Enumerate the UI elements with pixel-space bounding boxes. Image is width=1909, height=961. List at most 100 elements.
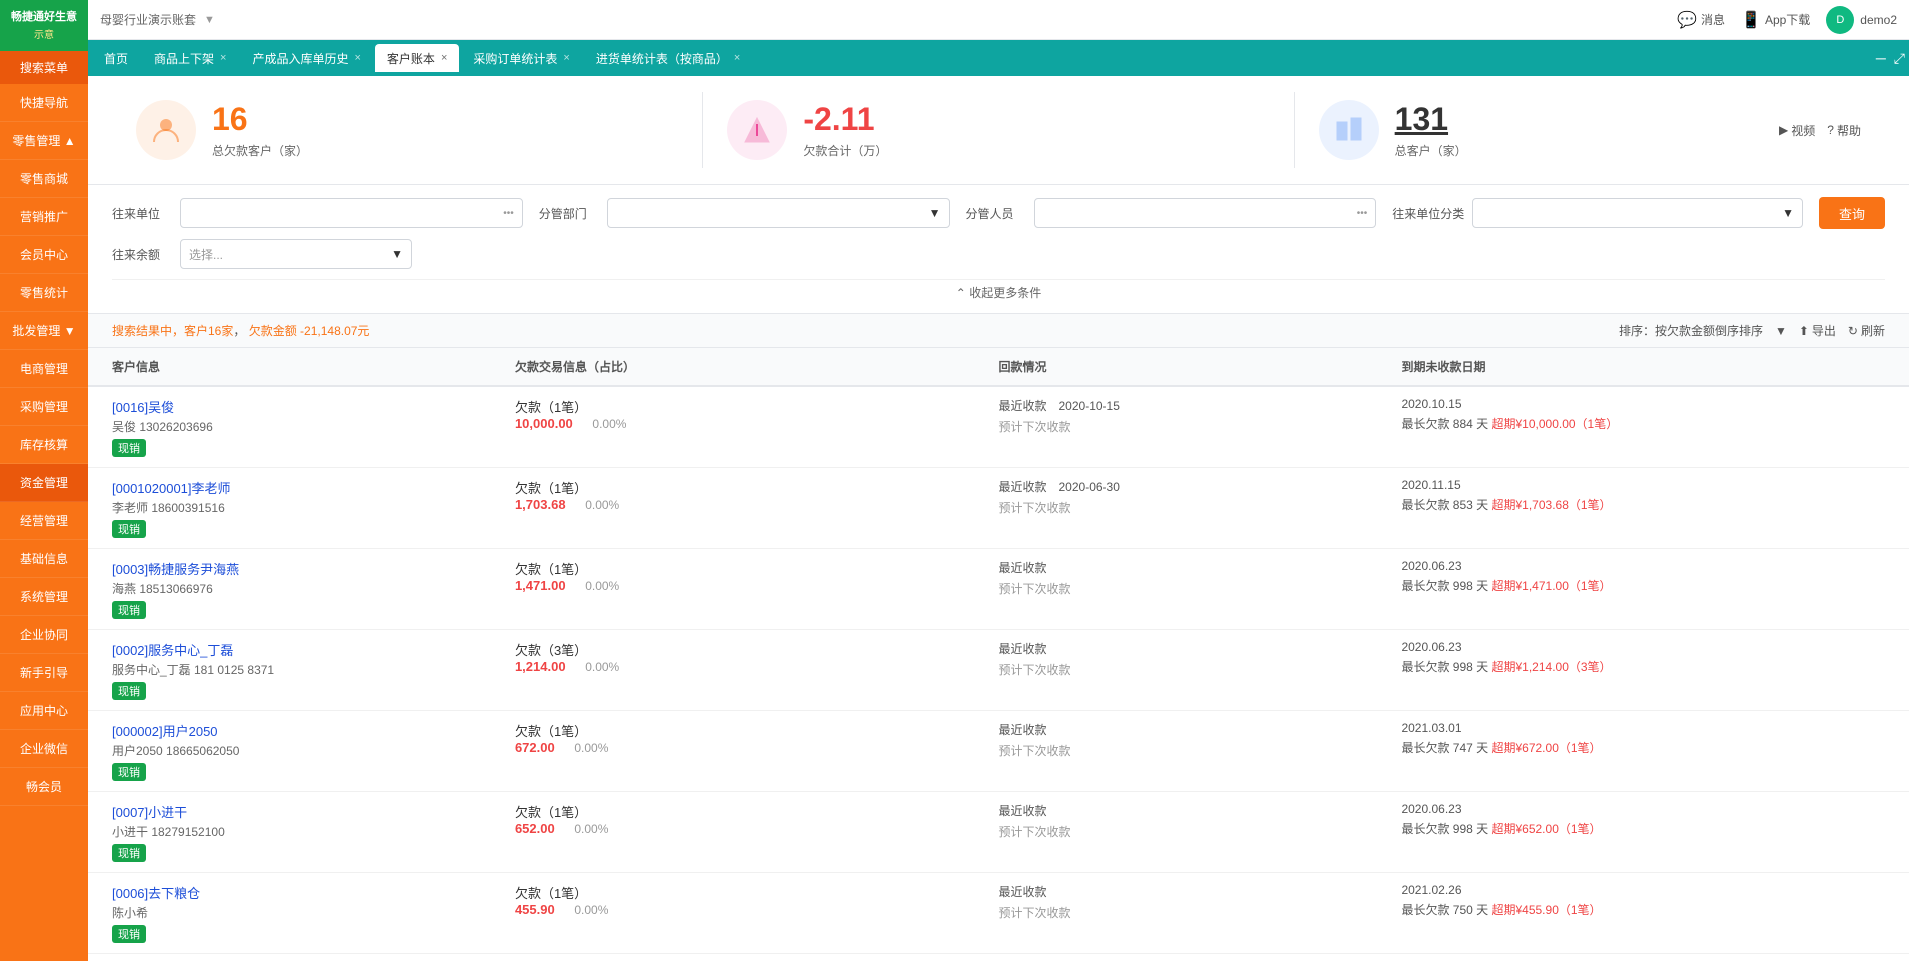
- debt-amount-0[interactable]: 10,000.00: [515, 416, 573, 431]
- sidebar-item-retail-mall[interactable]: 零售商城: [0, 160, 88, 198]
- tab-purchase-stats[interactable]: 采购订单统计表 ×: [461, 44, 581, 72]
- overdue-link-6[interactable]: 超期¥455.90（1笔）: [1491, 903, 1601, 917]
- overdue-link-1[interactable]: 超期¥1,703.68（1笔）: [1491, 498, 1611, 512]
- refresh-button[interactable]: ↻ 刷新: [1848, 322, 1885, 339]
- customer-name-3[interactable]: [0002]服务中心_丁磊: [112, 640, 515, 659]
- debt-amount-2[interactable]: 1,471.00: [515, 578, 566, 593]
- sidebar-item-ecommerce[interactable]: 电商管理: [0, 350, 88, 388]
- sidebar-item-finance[interactable]: 资金管理: [0, 464, 88, 502]
- sidebar-item-wechat[interactable]: 企业微信: [0, 730, 88, 768]
- summary-card-total-customers: 131 总客户（家） ▶ 视频 ? 帮助: [1295, 92, 1885, 168]
- repay-cell-0: 最近收款 2020-10-15 预计下次收款: [999, 397, 1402, 435]
- customer-cell-4: [000002]用户2050 用户2050 18665062050 现销: [112, 721, 515, 781]
- filter-row-1: 往来单位 ••• 分管部门 ▼ 分管人员: [112, 197, 1885, 229]
- results-actions: 排序：按欠款金额倒序排序 ▼ ⬆ 导出 ↻ 刷新: [1619, 322, 1885, 339]
- customer-name-4[interactable]: [000002]用户2050: [112, 721, 515, 740]
- customer-contact-2: 海燕 18513066976: [112, 580, 515, 597]
- debt-amount-4[interactable]: 672.00: [515, 740, 555, 755]
- filter-from-unit: 往来单位 •••: [112, 198, 523, 228]
- sidebar-item-newbie[interactable]: 新手引导: [0, 654, 88, 692]
- debt-amount-6[interactable]: 455.90: [515, 902, 555, 917]
- amount-info: -2.11 欠款合计（万）: [803, 101, 887, 159]
- overdue-info-2: 最长欠款 998 天 超期¥1,471.00（1笔）: [1401, 577, 1885, 594]
- overdue-link-3[interactable]: 超期¥1,214.00（3笔）: [1491, 660, 1611, 674]
- debt-amount-1[interactable]: 1,703.68: [515, 497, 566, 512]
- topbar-app-btn[interactable]: 📱 App下载: [1741, 10, 1810, 30]
- customer-cell-6: [0006]去下粮仓 陈小希 现销: [112, 883, 515, 943]
- sidebar-item-operations[interactable]: 经营管理: [0, 502, 88, 540]
- sidebar-item-app-center[interactable]: 应用中心: [0, 692, 88, 730]
- overdue-link-4[interactable]: 超期¥672.00（1笔）: [1491, 741, 1601, 755]
- balance-select[interactable]: 选择... ▼: [180, 239, 412, 269]
- repay-cell-5: 最近收款 预计下次收款: [999, 802, 1402, 840]
- tab-product-listing[interactable]: 商品上下架 ×: [142, 44, 238, 72]
- filter-balance: 往来余额 选择... ▼: [112, 239, 412, 269]
- tab-close-product-listing[interactable]: ×: [220, 52, 226, 64]
- overdue-link-0[interactable]: 超期¥10,000.00（1笔）: [1491, 417, 1618, 431]
- tab-close-customer-account[interactable]: ×: [441, 52, 447, 64]
- sidebar-item-wholesale[interactable]: 批发管理 ▼: [0, 312, 88, 350]
- tab-stock-history[interactable]: 产成品入库单历史 ×: [240, 44, 372, 72]
- tab-home[interactable]: 首页: [92, 44, 140, 72]
- date-cell-5: 2020.06.23 最长欠款 998 天 超期¥652.00（1笔）: [1401, 802, 1885, 837]
- topbar-user-btn[interactable]: D demo2: [1826, 6, 1897, 34]
- collapse-btn[interactable]: ⌃ 收起更多条件: [112, 279, 1885, 305]
- sidebar-item-enterprise-collab[interactable]: 企业协同: [0, 616, 88, 654]
- debt-amount-3[interactable]: 1,214.00: [515, 659, 566, 674]
- tabs-maximize-icon[interactable]: ⤢: [1894, 50, 1905, 67]
- export-button[interactable]: ⬆ 导出: [1799, 322, 1836, 339]
- table-body: [0016]吴俊 吴俊 13026203696 现销 欠款（1笔） 10,000…: [88, 387, 1909, 961]
- repay-next-2: 预计下次收款: [999, 580, 1402, 597]
- sidebar-item-system[interactable]: 系统管理: [0, 578, 88, 616]
- sidebar-item-marketing[interactable]: 营销推广: [0, 198, 88, 236]
- topbar-left: 母婴行业演示账套 ▼: [100, 11, 215, 28]
- sidebar-item-retail-mgmt[interactable]: 零售管理 ▲: [0, 122, 88, 160]
- topbar-msg-btn[interactable]: 💬 消息: [1677, 10, 1725, 30]
- sidebar-item-retail-stats[interactable]: 零售统计: [0, 274, 88, 312]
- sidebar-item-search[interactable]: 搜索菜单: [0, 51, 88, 84]
- table-row: [0003]畅捷服务尹海燕 海燕 18513066976 现销 欠款（1笔） 1…: [88, 549, 1909, 630]
- from-unit-input[interactable]: •••: [180, 198, 523, 228]
- sidebar-item-member-plus[interactable]: 畅会员: [0, 768, 88, 806]
- repay-label-1: 最近收款 2020-06-30: [999, 478, 1402, 495]
- sidebar-item-inventory[interactable]: 库存核算: [0, 426, 88, 464]
- topbar-dropdown-icon[interactable]: ▼: [204, 14, 215, 26]
- due-date-4: 2021.03.01: [1401, 721, 1885, 735]
- sidebar-item-purchase[interactable]: 采购管理: [0, 388, 88, 426]
- overdue-link-5[interactable]: 超期¥652.00（1笔）: [1491, 822, 1601, 836]
- due-date-2: 2020.06.23: [1401, 559, 1885, 573]
- sidebar-item-basic-info[interactable]: 基础信息: [0, 540, 88, 578]
- tabs-minimize-icon[interactable]: ─: [1876, 50, 1886, 67]
- tab-close-purchase-stats[interactable]: ×: [563, 52, 569, 64]
- customer-name-1[interactable]: [0001020001]李老师: [112, 478, 515, 497]
- col-header-date: 到期未收款日期: [1401, 358, 1885, 375]
- customer-cell-3: [0002]服务中心_丁磊 服务中心_丁磊 181 0125 8371 现销: [112, 640, 515, 700]
- date-cell-2: 2020.06.23 最长欠款 998 天 超期¥1,471.00（1笔）: [1401, 559, 1885, 594]
- debt-cell-0: 欠款（1笔） 10,000.00 0.00%: [515, 397, 999, 431]
- dept-select[interactable]: ▼: [607, 198, 950, 228]
- sidebar-item-member[interactable]: 会员中心: [0, 236, 88, 274]
- overdue-info-1: 最长欠款 853 天 超期¥1,703.68（1笔）: [1401, 496, 1885, 513]
- manager-input[interactable]: •••: [1034, 198, 1377, 228]
- results-info: 搜索结果中，客户16家， 欠款金额 -21,148.07元: [112, 322, 369, 339]
- video-btn[interactable]: ▶ 视频: [1779, 122, 1815, 139]
- debt-amount-5[interactable]: 652.00: [515, 821, 555, 836]
- customer-name-5[interactable]: [0007]小进干: [112, 802, 515, 821]
- sidebar-item-search-label: 搜索菜单: [6, 59, 82, 76]
- unit-class-select[interactable]: ▼: [1472, 198, 1803, 228]
- overdue-link-2[interactable]: 超期¥1,471.00（1笔）: [1491, 579, 1611, 593]
- date-cell-3: 2020.06.23 最长欠款 998 天 超期¥1,214.00（3笔）: [1401, 640, 1885, 675]
- search-button[interactable]: 查询: [1819, 197, 1885, 229]
- tab-stock-stats[interactable]: 进货单统计表（按商品） ×: [584, 44, 752, 72]
- customers-icon: [136, 100, 196, 160]
- total-customers-info: 131 总客户（家）: [1395, 101, 1467, 159]
- tab-customer-account[interactable]: 客户账本 ×: [375, 44, 459, 72]
- tab-close-stock-stats[interactable]: ×: [734, 52, 740, 64]
- sidebar-item-quick-nav[interactable]: 快捷导航: [0, 84, 88, 122]
- help-btn[interactable]: ? 帮助: [1827, 122, 1861, 139]
- customer-name-6[interactable]: [0006]去下粮仓: [112, 883, 515, 902]
- customer-name-2[interactable]: [0003]畅捷服务尹海燕: [112, 559, 515, 578]
- tab-close-stock-history[interactable]: ×: [354, 52, 360, 64]
- data-table: 客户信息 欠款交易信息（占比） 回款情况 到期未收款日期 [0016]吴俊 吴俊…: [88, 348, 1909, 961]
- customer-name-0[interactable]: [0016]吴俊: [112, 397, 515, 416]
